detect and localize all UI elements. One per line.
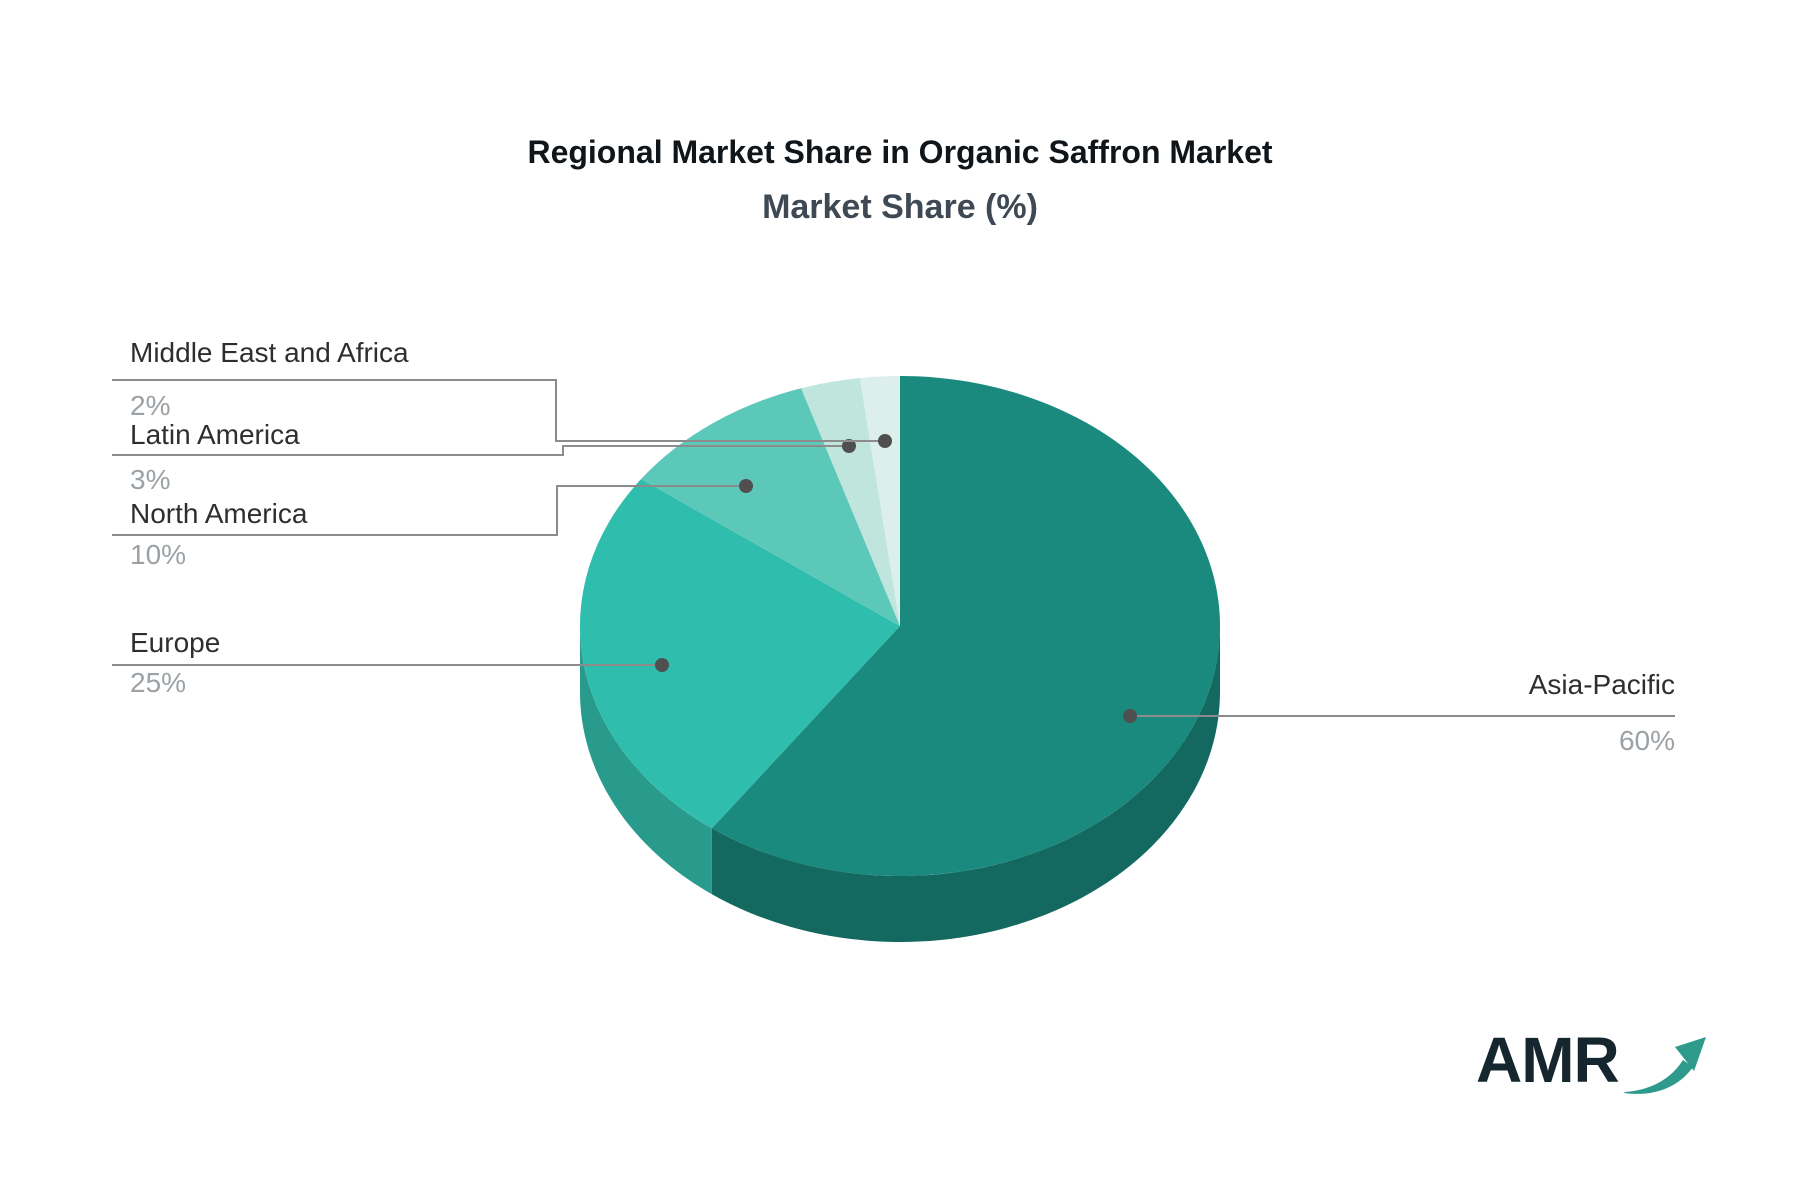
slice-value-europe: 25% — [130, 667, 187, 698]
slice-value-north-america: 10% — [130, 539, 187, 570]
slice-label-europe: Europe — [130, 627, 221, 658]
slice-value-middle-east-and-africa: 2% — [130, 390, 171, 421]
amr-logo-text: AMR — [1476, 1024, 1620, 1096]
callout-dot-europe — [655, 658, 669, 672]
pie-chart-svg — [112, 376, 1675, 942]
chart-canvas: Regional Market Share in Organic Saffron… — [0, 0, 1800, 1196]
slice-label-middle-east-and-africa: Middle East and Africa — [130, 337, 409, 368]
amr-logo: AMR — [1476, 1028, 1715, 1108]
callout-dot-north-america — [739, 479, 753, 493]
callout-dot-asia-pacific — [1123, 709, 1137, 723]
slice-label-latin-america: Latin America — [130, 419, 300, 450]
slice-value-asia-pacific: 60% — [1618, 725, 1675, 756]
slice-label-asia-pacific: Asia-Pacific — [1528, 669, 1675, 700]
slice-value-latin-america: 3% — [130, 464, 171, 495]
slice-label-north-america: North America — [130, 498, 308, 529]
arrow-swoosh — [1623, 1060, 1693, 1094]
callout-dot-middle-east-and-africa — [878, 434, 892, 448]
amr-logo-arrow-icon — [1623, 1037, 1706, 1094]
